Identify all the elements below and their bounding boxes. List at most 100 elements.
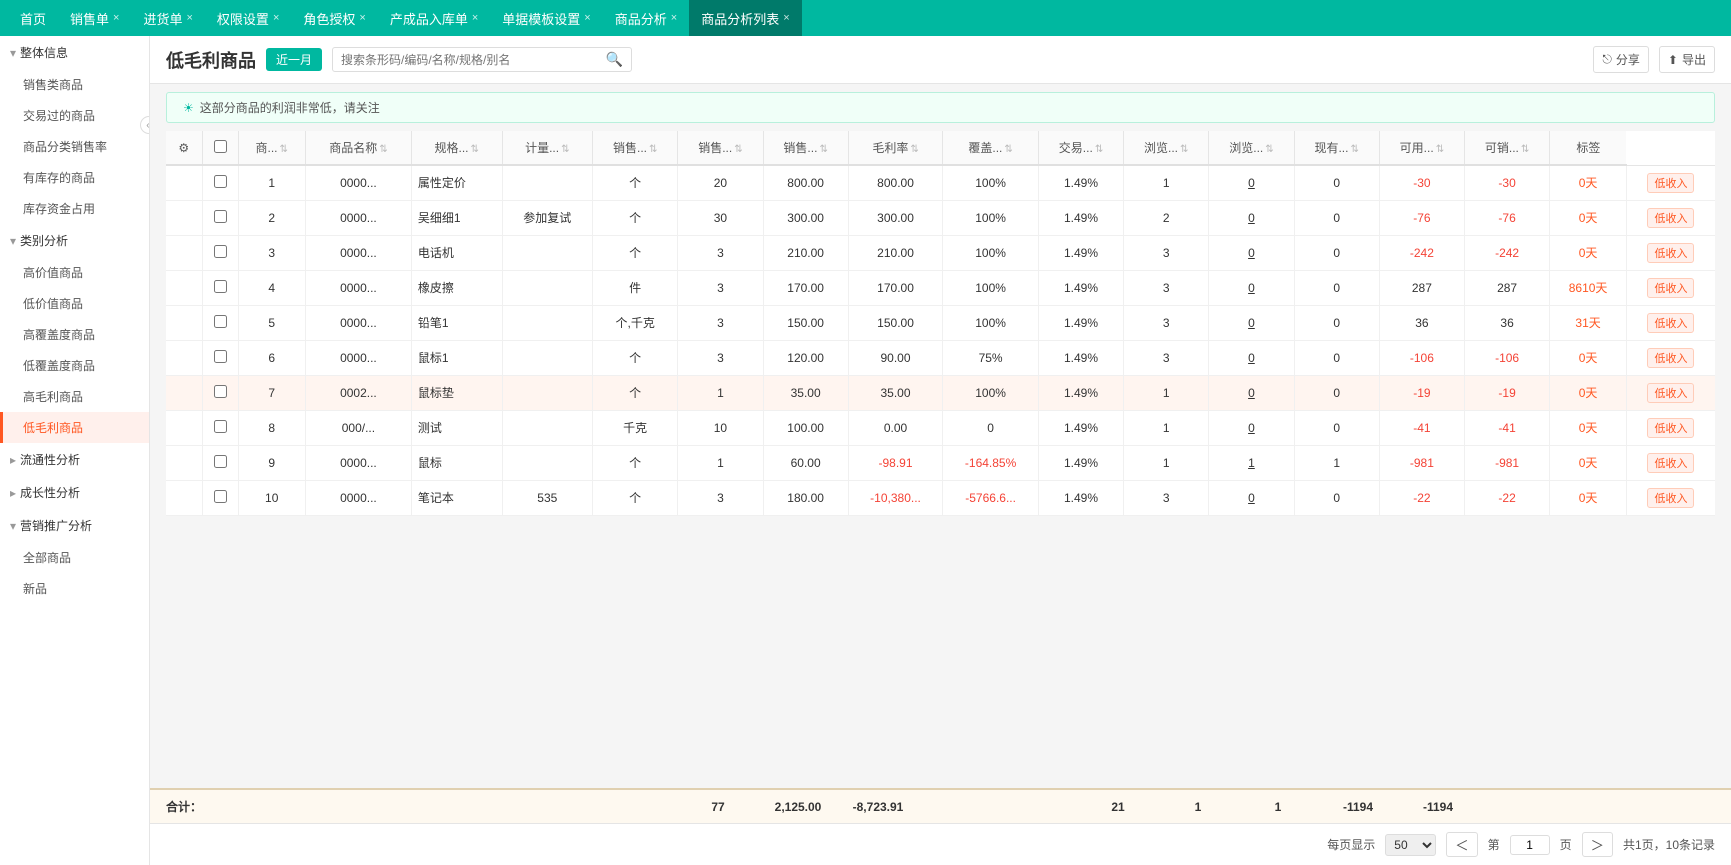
row-checkbox[interactable] — [214, 455, 227, 468]
nav-item-analysis[interactable]: 商品分析 × — [603, 0, 689, 36]
close-icon[interactable]: × — [113, 12, 119, 24]
sidebar-item-high-coverage[interactable]: 高覆盖度商品 — [0, 319, 149, 350]
cell-tag: 低收入 — [1626, 305, 1715, 340]
sort-icon[interactable]: ⇅ — [1265, 144, 1273, 155]
select-all-checkbox[interactable] — [214, 140, 227, 153]
close-icon[interactable]: × — [472, 12, 478, 24]
export-button[interactable]: ⬆ 导出 — [1659, 46, 1715, 73]
sidebar-item-traded-goods[interactable]: 交易过的商品 — [0, 100, 149, 131]
nav-item-template[interactable]: 单据模板设置 × — [490, 0, 602, 36]
cell-saleable: 0天 — [1550, 480, 1627, 515]
row-checkbox[interactable] — [214, 420, 227, 433]
cell-available: -30 — [1464, 165, 1549, 200]
cell-view1[interactable]: 0 — [1209, 270, 1294, 305]
nav-item-role[interactable]: 角色授权 × — [291, 0, 377, 36]
cell-checkbox[interactable] — [202, 375, 238, 410]
sidebar-item-all-goods[interactable]: 全部商品 — [0, 542, 149, 573]
nav-item-sales[interactable]: 销售单 × — [58, 0, 131, 36]
row-checkbox[interactable] — [214, 280, 227, 293]
sort-icon[interactable]: ⇅ — [471, 144, 479, 155]
cell-view1[interactable]: 0 — [1209, 410, 1294, 445]
close-icon[interactable]: × — [273, 12, 279, 24]
cell-trade: 3 — [1124, 305, 1209, 340]
sidebar-item-stocked-goods[interactable]: 有库存的商品 — [0, 162, 149, 193]
sidebar-group-marketing[interactable]: ▾ 营销推广分析 — [0, 509, 149, 542]
sidebar-group-growth[interactable]: ▸ 成长性分析 — [0, 476, 149, 509]
row-checkbox[interactable] — [214, 350, 227, 363]
th-checkbox[interactable] — [202, 131, 238, 165]
row-checkbox[interactable] — [214, 490, 227, 503]
cell-checkbox[interactable] — [202, 480, 238, 515]
close-icon[interactable]: × — [186, 12, 192, 24]
close-icon[interactable]: × — [584, 12, 590, 24]
table-row: 2 0000... 吴细细1 参加复试 个 30 300.00 300.00 1… — [166, 200, 1715, 235]
sidebar-item-category-rate[interactable]: 商品分类销售率 — [0, 131, 149, 162]
cell-checkbox[interactable] — [202, 235, 238, 270]
cell-view1[interactable]: 0 — [1209, 200, 1294, 235]
nav-item-permission[interactable]: 权限设置 × — [205, 0, 291, 36]
share-button[interactable]: ⎋ 分享 — [1593, 46, 1649, 73]
search-icon[interactable]: 🔍 — [606, 51, 623, 68]
sort-icon[interactable]: ⇅ — [734, 144, 742, 155]
sort-icon[interactable]: ⇅ — [379, 144, 387, 155]
sidebar-item-low-margin[interactable]: 低毛利商品 — [0, 412, 149, 443]
cell-checkbox[interactable] — [202, 340, 238, 375]
sidebar-item-sales-goods[interactable]: 销售类商品 — [0, 69, 149, 100]
cell-checkbox[interactable] — [202, 270, 238, 305]
cell-view1[interactable]: 0 — [1209, 165, 1294, 200]
sidebar-group-category[interactable]: ▾ 类别分析 — [0, 224, 149, 257]
date-filter-button[interactable]: 近一月 — [266, 48, 322, 71]
sidebar-item-low-value[interactable]: 低价值商品 — [0, 288, 149, 319]
cell-view1[interactable]: 1 — [1209, 445, 1294, 480]
cell-view1[interactable]: 0 — [1209, 375, 1294, 410]
sort-icon[interactable]: ⇅ — [280, 144, 288, 155]
sidebar-item-high-value[interactable]: 高价值商品 — [0, 257, 149, 288]
row-checkbox[interactable] — [214, 245, 227, 258]
nav-item-purchase[interactable]: 进货单 × — [131, 0, 204, 36]
sort-icon[interactable]: ⇅ — [819, 144, 827, 155]
sort-icon[interactable]: ⇅ — [910, 144, 918, 155]
cell-checkbox[interactable] — [202, 445, 238, 480]
close-icon[interactable]: × — [359, 12, 365, 24]
sort-icon[interactable]: ⇅ — [1004, 144, 1012, 155]
cell-checkbox[interactable] — [202, 305, 238, 340]
row-checkbox[interactable] — [214, 175, 227, 188]
cell-spec — [502, 165, 593, 200]
cell-checkbox[interactable] — [202, 410, 238, 445]
sidebar-item-high-margin[interactable]: 高毛利商品 — [0, 381, 149, 412]
sidebar-item-stock-capital[interactable]: 库存资金占用 — [0, 193, 149, 224]
sidebar-item-low-coverage[interactable]: 低覆盖度商品 — [0, 350, 149, 381]
search-input[interactable] — [341, 53, 606, 67]
nav-item-product-in[interactable]: 产成品入库单 × — [378, 0, 490, 36]
th-settings[interactable]: ⚙ — [166, 131, 202, 165]
sort-icon[interactable]: ⇅ — [1095, 144, 1103, 155]
cell-view1[interactable]: 0 — [1209, 340, 1294, 375]
sort-icon[interactable]: ⇅ — [1350, 144, 1358, 155]
cell-view1[interactable]: 0 — [1209, 480, 1294, 515]
per-page-select[interactable]: 50 100 200 — [1385, 834, 1436, 856]
nav-item-home[interactable]: 首页 — [8, 0, 58, 36]
close-icon[interactable]: × — [783, 12, 789, 24]
cell-checkbox[interactable] — [202, 200, 238, 235]
cell-view1[interactable]: 0 — [1209, 235, 1294, 270]
sidebar-group-overall[interactable]: ▾ 整体信息 — [0, 36, 149, 69]
table-header-row: ⚙ 商...⇅ 商品名称⇅ 规格...⇅ 计量...⇅ 销售...⇅ 销售...… — [166, 131, 1715, 165]
cell-view1[interactable]: 0 — [1209, 305, 1294, 340]
sidebar-item-new-goods[interactable]: 新品 — [0, 573, 149, 604]
sort-icon[interactable]: ⇅ — [561, 144, 569, 155]
header-actions: ⎋ 分享 ⬆ 导出 — [1593, 46, 1715, 73]
nav-item-analysis-list[interactable]: 商品分析列表 × — [689, 0, 801, 36]
row-checkbox[interactable] — [214, 315, 227, 328]
sidebar-group-liquidity[interactable]: ▸ 流通性分析 — [0, 443, 149, 476]
page-number-input[interactable] — [1510, 835, 1550, 855]
close-icon[interactable]: × — [671, 12, 677, 24]
prev-page-button[interactable]: ＜ — [1446, 832, 1477, 857]
sort-icon[interactable]: ⇅ — [1521, 144, 1529, 155]
sort-icon[interactable]: ⇅ — [649, 144, 657, 155]
cell-checkbox[interactable] — [202, 165, 238, 200]
sort-icon[interactable]: ⇅ — [1436, 144, 1444, 155]
next-page-button[interactable]: ＞ — [1582, 832, 1613, 857]
row-checkbox[interactable] — [214, 210, 227, 223]
row-checkbox[interactable] — [214, 385, 227, 398]
sort-icon[interactable]: ⇅ — [1180, 144, 1188, 155]
